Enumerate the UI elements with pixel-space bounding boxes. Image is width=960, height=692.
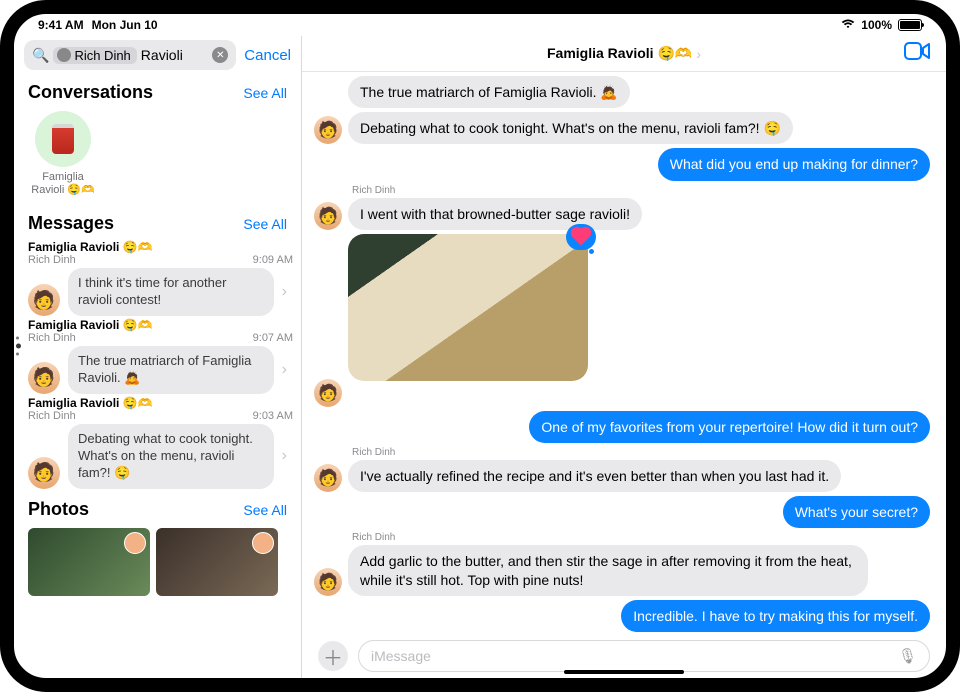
result-snippet: The true matriarch of Famiglia Ravioli. … bbox=[68, 346, 274, 394]
cancel-button[interactable]: Cancel bbox=[244, 47, 291, 64]
sender-avatar: 🧑 bbox=[28, 457, 60, 489]
conversation-title: Famiglia Ravioli 🤤🫶 bbox=[547, 45, 692, 62]
search-input[interactable]: 🔍 Rich Dinh Ravioli ✕ bbox=[24, 40, 236, 70]
sender-label: Rich Dinh bbox=[352, 185, 930, 196]
sender-avatar: 🧑 bbox=[28, 284, 60, 316]
battery-icon bbox=[898, 19, 922, 31]
sender-avatar: 🧑 bbox=[314, 379, 342, 407]
photo-result[interactable] bbox=[156, 528, 278, 596]
message-thread[interactable]: The true matriarch of Famiglia Ravioli. … bbox=[302, 72, 946, 632]
status-date: Mon Jun 10 bbox=[92, 18, 158, 32]
conversation-name: Famiglia bbox=[42, 171, 84, 183]
home-indicator[interactable] bbox=[564, 670, 684, 674]
conversation-pane: ••• Famiglia Ravioli 🤤🫶 › The true matri… bbox=[302, 36, 946, 678]
message-result[interactable]: Famiglia Ravioli 🤤🫶 Rich Dinh9:09 AM 🧑 I… bbox=[14, 238, 301, 316]
message-bubble[interactable]: Add garlic to the butter, and then stir … bbox=[348, 545, 868, 595]
clear-search-button[interactable]: ✕ bbox=[212, 47, 228, 63]
battery-percent: 100% bbox=[861, 18, 892, 32]
conversations-heading: Conversations bbox=[28, 82, 153, 103]
chevron-right-icon: › bbox=[282, 361, 293, 379]
message-bubble[interactable]: What did you end up making for dinner? bbox=[658, 148, 930, 180]
message-result[interactable]: Famiglia Ravioli 🤤🫶 Rich Dinh9:03 AM 🧑 D… bbox=[14, 394, 301, 489]
sender-avatar-icon bbox=[124, 532, 146, 554]
search-icon: 🔍 bbox=[32, 47, 49, 64]
apps-button[interactable]: ＋ bbox=[318, 641, 348, 671]
message-bubble[interactable]: Incredible. I have to try making this fo… bbox=[621, 600, 930, 632]
message-bubble[interactable]: I've actually refined the recipe and it'… bbox=[348, 460, 841, 492]
photos-heading: Photos bbox=[28, 499, 89, 520]
sender-avatar-icon bbox=[252, 532, 274, 554]
message-result[interactable]: Famiglia Ravioli 🤤🫶 Rich Dinh9:07 AM 🧑 T… bbox=[14, 316, 301, 394]
photos-see-all[interactable]: See All bbox=[243, 502, 287, 518]
facetime-button[interactable] bbox=[904, 42, 930, 66]
message-bubble[interactable]: What's your secret? bbox=[783, 496, 930, 528]
search-token-label: Rich Dinh bbox=[74, 48, 130, 63]
search-query-text[interactable]: Ravioli bbox=[141, 47, 209, 63]
result-snippet: I think it's time for another ravioli co… bbox=[68, 268, 274, 316]
chevron-right-icon: › bbox=[282, 447, 293, 465]
messages-heading: Messages bbox=[28, 213, 114, 234]
sender-avatar: 🧑 bbox=[314, 464, 342, 492]
message-input[interactable]: iMessage 🎙 bbox=[358, 640, 930, 672]
conversations-see-all[interactable]: See All bbox=[243, 85, 287, 101]
message-bubble[interactable]: Debating what to cook tonight. What's on… bbox=[348, 112, 793, 144]
message-bubble[interactable]: One of my favorites from your repertoire… bbox=[529, 411, 930, 443]
sender-avatar: 🧑 bbox=[314, 568, 342, 596]
heart-icon bbox=[573, 228, 590, 245]
status-time: 9:41 AM bbox=[38, 18, 84, 32]
conversation-header[interactable]: Famiglia Ravioli 🤤🫶 › bbox=[302, 36, 946, 72]
message-image[interactable] bbox=[348, 234, 588, 381]
sender-label: Rich Dinh bbox=[352, 532, 930, 543]
tapback-love[interactable] bbox=[566, 224, 596, 250]
message-bubble[interactable]: I went with that browned-butter sage rav… bbox=[348, 198, 642, 230]
chevron-right-icon: › bbox=[696, 46, 701, 62]
sender-avatar: 🧑 bbox=[28, 362, 60, 394]
status-bar: 9:41 AM Mon Jun 10 100% bbox=[14, 14, 946, 36]
search-token-person[interactable]: Rich Dinh bbox=[53, 47, 136, 64]
search-sidebar: 🔍 Rich Dinh Ravioli ✕ Cancel Conversatio… bbox=[14, 36, 302, 678]
result-snippet: Debating what to cook tonight. What's on… bbox=[68, 424, 274, 489]
conversation-avatar bbox=[35, 111, 91, 167]
wifi-icon bbox=[841, 18, 855, 32]
sender-avatar: 🧑 bbox=[314, 202, 342, 230]
message-bubble[interactable]: The true matriarch of Famiglia Ravioli. … bbox=[348, 76, 630, 108]
chevron-right-icon: › bbox=[282, 283, 293, 301]
dictate-icon[interactable]: 🎙 bbox=[898, 647, 917, 665]
message-placeholder: iMessage bbox=[371, 648, 431, 664]
conversation-result[interactable]: FamigliaRavioli 🤤🫶 bbox=[28, 111, 98, 197]
photo-result[interactable] bbox=[28, 528, 150, 596]
sender-label: Rich Dinh bbox=[352, 447, 930, 458]
sender-avatar: 🧑 bbox=[314, 116, 342, 144]
messages-see-all[interactable]: See All bbox=[243, 216, 287, 232]
person-avatar-icon bbox=[57, 48, 71, 62]
